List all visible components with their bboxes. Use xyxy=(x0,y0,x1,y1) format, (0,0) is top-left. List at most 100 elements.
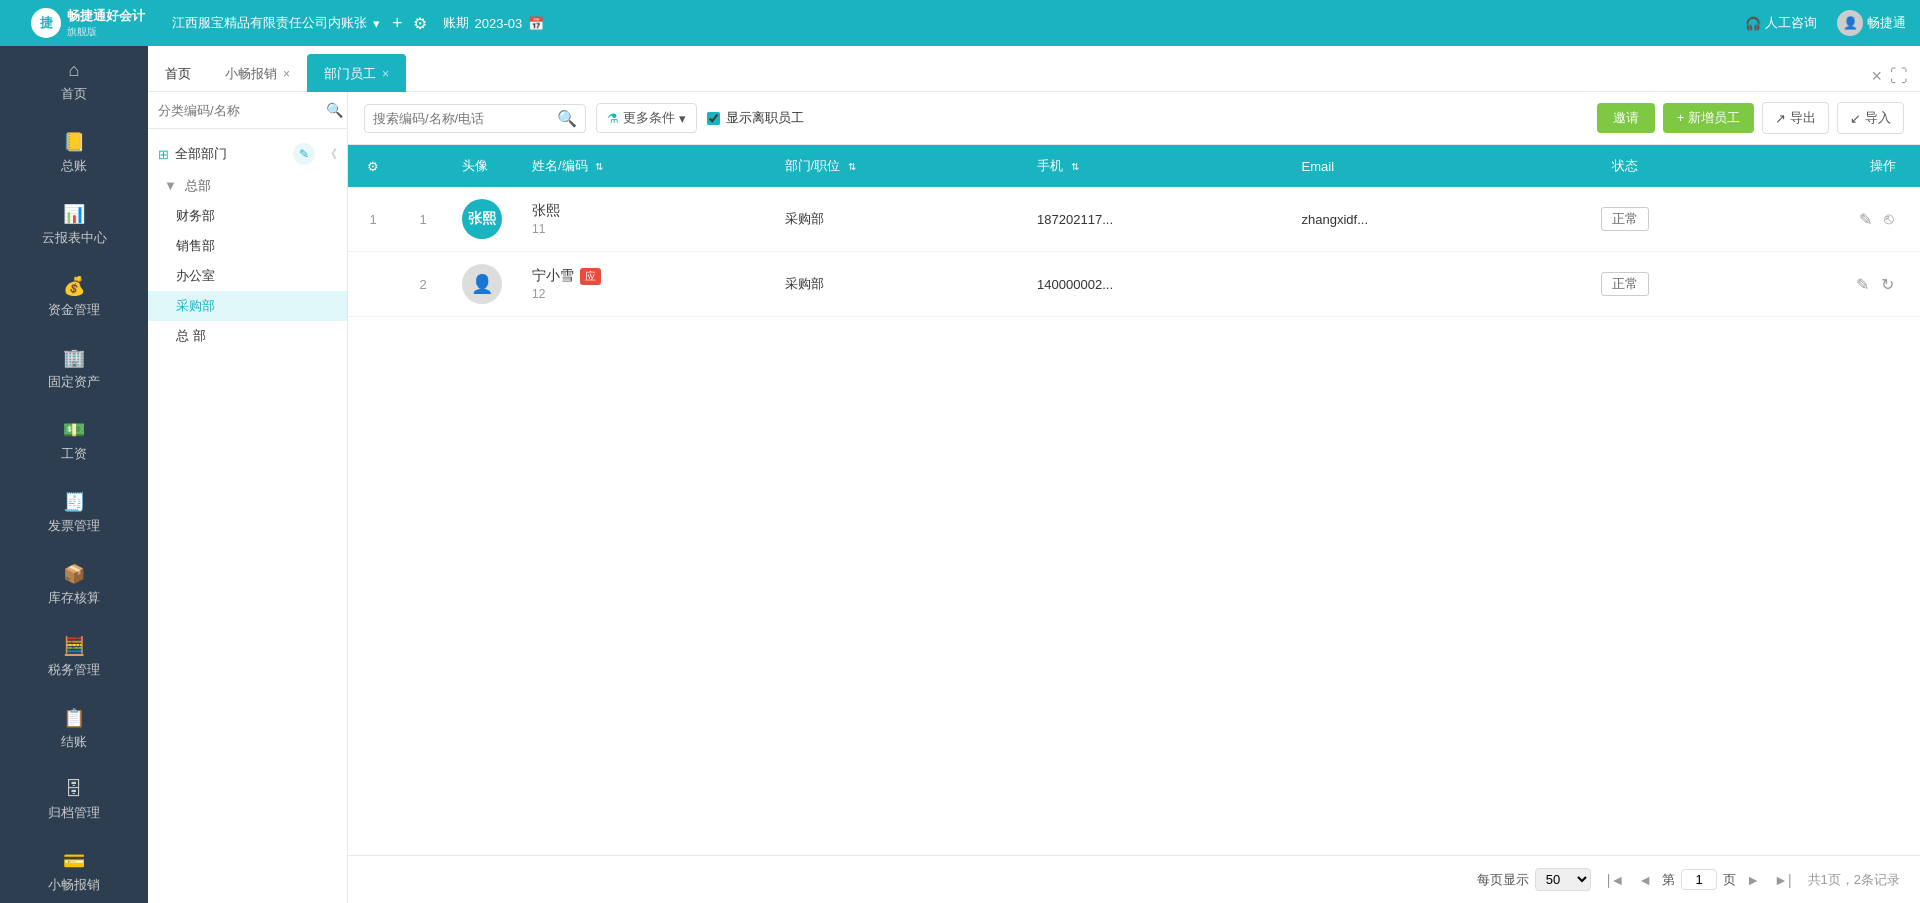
export-button[interactable]: ↗ 导出 xyxy=(1762,102,1829,134)
row-action-cell: ✎ ⎋ xyxy=(1721,187,1920,252)
col-name-code[interactable]: 姓名/编码 ⇅ xyxy=(518,145,771,187)
col-settings[interactable]: ⚙ xyxy=(348,145,398,187)
page-unit: 页 xyxy=(1723,871,1736,889)
emp-code: 11 xyxy=(532,222,757,236)
tab-department-close[interactable]: × xyxy=(382,67,389,81)
next-page-btn[interactable]: ► xyxy=(1742,870,1764,890)
logout-icon[interactable]: ⎋ xyxy=(1884,210,1894,228)
service-btn[interactable]: 🎧 人工咨询 xyxy=(1745,14,1817,32)
sidebar-item-label: 归档管理 xyxy=(48,804,100,822)
expand-icon[interactable]: ⛶ xyxy=(1890,66,1908,87)
sidebar-item-salary[interactable]: 💵 工资 xyxy=(0,405,148,477)
tab-bar: 首页 小畅报销 × 部门员工 × × ⛶ xyxy=(148,46,1920,92)
right-btns: 邀请 + 新增员工 ↗ 导出 ↙ 导入 xyxy=(1597,102,1904,134)
sidebar-item-home[interactable]: ⌂ 首页 xyxy=(0,46,148,117)
sidebar-item-expense[interactable]: 💳 小畅报销 xyxy=(0,836,148,903)
dept-node-finance[interactable]: 财务部 xyxy=(148,201,347,231)
all-dept-header[interactable]: ⊞ 全部部门 ✎ 《 xyxy=(148,137,347,171)
tab-expense-close[interactable]: × xyxy=(283,67,290,81)
row-avatar-cell: 👤 xyxy=(448,252,518,317)
last-page-btn[interactable]: ►| xyxy=(1770,870,1796,890)
search-input[interactable] xyxy=(373,111,553,126)
sidebar-item-funds[interactable]: 💰 资金管理 xyxy=(0,261,148,333)
per-page-select[interactable]: 50 10 20 100 xyxy=(1535,868,1591,891)
dept-search-input[interactable] xyxy=(158,103,326,118)
table-row: 2 👤 宁小雪 xyxy=(348,252,1920,317)
row-name-code-cell: 宁小雪 应 12 xyxy=(518,252,771,317)
import-button[interactable]: ↙ 导入 xyxy=(1837,102,1904,134)
dept-edit-btn[interactable]: ✎ xyxy=(293,143,315,165)
sidebar-item-label: 库存核算 xyxy=(48,589,100,607)
sidebar-item-inventory[interactable]: 📦 库存核算 xyxy=(0,549,148,621)
sidebar-item-archive[interactable]: 🗄 归档管理 xyxy=(0,765,148,836)
sidebar-item-ledger[interactable]: 📒 总账 xyxy=(0,117,148,189)
col-num xyxy=(398,145,448,187)
col-status: 状态 xyxy=(1528,145,1721,187)
avatar: 👤 xyxy=(1837,10,1863,36)
dept-node-office[interactable]: 办公室 xyxy=(148,261,347,291)
row-phone-cell: 187202117... xyxy=(1023,187,1287,252)
sidebar-item-invoice[interactable]: 🧾 发票管理 xyxy=(0,477,148,549)
col-dept[interactable]: 部门/职位 ⇅ xyxy=(771,145,1024,187)
service-label: 人工咨询 xyxy=(1765,14,1817,32)
dept-node-general[interactable]: 总 部 xyxy=(148,321,347,351)
import-icon: ↙ xyxy=(1850,111,1861,126)
top-header: 捷 畅捷通好会计 旗舰版 江西服宝精品有限责任公司内账张 ▾ + ⚙ 账期 20… xyxy=(0,0,1920,46)
row-name-code-cell: 张熙 11 xyxy=(518,187,771,252)
collapse-btn[interactable]: 《 xyxy=(325,146,337,163)
close-window-icon[interactable]: × xyxy=(1871,66,1882,87)
dept-label: 采购部 xyxy=(785,211,824,226)
sidebar-item-label: 固定资产 xyxy=(48,373,100,391)
sidebar-item-label: 工资 xyxy=(61,445,87,463)
page-nav: |◄ ◄ 第 页 ► ►| xyxy=(1603,869,1796,890)
dept-node-purchase[interactable]: 采购部 xyxy=(148,291,347,321)
dept-search-icon[interactable]: 🔍 xyxy=(326,102,343,118)
toolbar: 🔍 ⚗ 更多条件 ▾ 显示离职员工 邀请 + 新增员工 xyxy=(348,92,1920,145)
calendar-icon[interactable]: 📅 xyxy=(528,16,544,31)
dept-node-label: 总 部 xyxy=(176,328,206,343)
sidebar-item-assets[interactable]: 🏢 固定资产 xyxy=(0,333,148,405)
pending-badge: 应 xyxy=(580,268,601,285)
show-resigned-checkbox[interactable] xyxy=(707,112,720,125)
sidebar-item-label: 税务管理 xyxy=(48,661,100,679)
first-page-btn[interactable]: |◄ xyxy=(1603,870,1629,890)
refresh-icon[interactable]: ↻ xyxy=(1881,275,1894,294)
sidebar-item-tax[interactable]: 🧮 税务管理 xyxy=(0,621,148,693)
sidebar-item-label: 小畅报销 xyxy=(48,876,100,894)
sidebar-item-label: 首页 xyxy=(61,85,87,103)
tab-department-label: 部门员工 xyxy=(324,65,376,83)
edit-icon[interactable]: ✎ xyxy=(1856,275,1869,294)
add-employee-button[interactable]: + 新增员工 xyxy=(1663,103,1754,133)
sidebar-item-closing[interactable]: 📋 结账 xyxy=(0,693,148,765)
user-profile[interactable]: 👤 畅捷通 xyxy=(1837,10,1906,36)
grid-icon: ⊞ xyxy=(158,147,169,162)
show-resigned-area[interactable]: 显示离职员工 xyxy=(707,109,804,127)
expense-icon: 💳 xyxy=(63,850,85,872)
settings-icon[interactable]: ⚙ xyxy=(413,14,427,33)
row-index: 1 xyxy=(348,187,398,252)
dept-node-sales[interactable]: 销售部 xyxy=(148,231,347,261)
filter-btn[interactable]: ⚗ 更多条件 ▾ xyxy=(596,103,697,133)
logo-icon: 捷 xyxy=(31,8,61,38)
add-icon[interactable]: + xyxy=(392,13,403,34)
page-input[interactable] xyxy=(1681,869,1717,890)
sidebar-item-label: 云报表中心 xyxy=(42,229,107,247)
col-phone[interactable]: 手机 ⇅ xyxy=(1023,145,1287,187)
tab-expense[interactable]: 小畅报销 × xyxy=(208,54,307,92)
avatar-icon: 👤 xyxy=(1843,16,1858,30)
search-icon[interactable]: 🔍 xyxy=(557,109,577,128)
sidebar-item-reports[interactable]: 📊 云报表中心 xyxy=(0,189,148,261)
headset-icon: 🎧 xyxy=(1745,16,1761,31)
user-name: 畅捷通 xyxy=(1867,14,1906,32)
row-phone-cell: 140000002... xyxy=(1023,252,1287,317)
tab-home[interactable]: 首页 xyxy=(148,54,208,92)
tab-department[interactable]: 部门员工 × xyxy=(307,54,406,92)
prev-page-btn[interactable]: ◄ xyxy=(1634,870,1656,890)
dept-panel: 🔍 ⊞ 全部部门 ✎ 《 ▼ 总部 财务部 xyxy=(148,92,348,903)
edit-icon[interactable]: ✎ xyxy=(1859,210,1872,229)
salary-icon: 💵 xyxy=(63,419,85,441)
import-label: 导入 xyxy=(1865,109,1891,127)
invite-button[interactable]: 邀请 xyxy=(1597,103,1655,133)
company-selector[interactable]: 江西服宝精品有限责任公司内账张 ▾ xyxy=(172,14,380,32)
row-status-cell: 正常 xyxy=(1528,252,1721,317)
